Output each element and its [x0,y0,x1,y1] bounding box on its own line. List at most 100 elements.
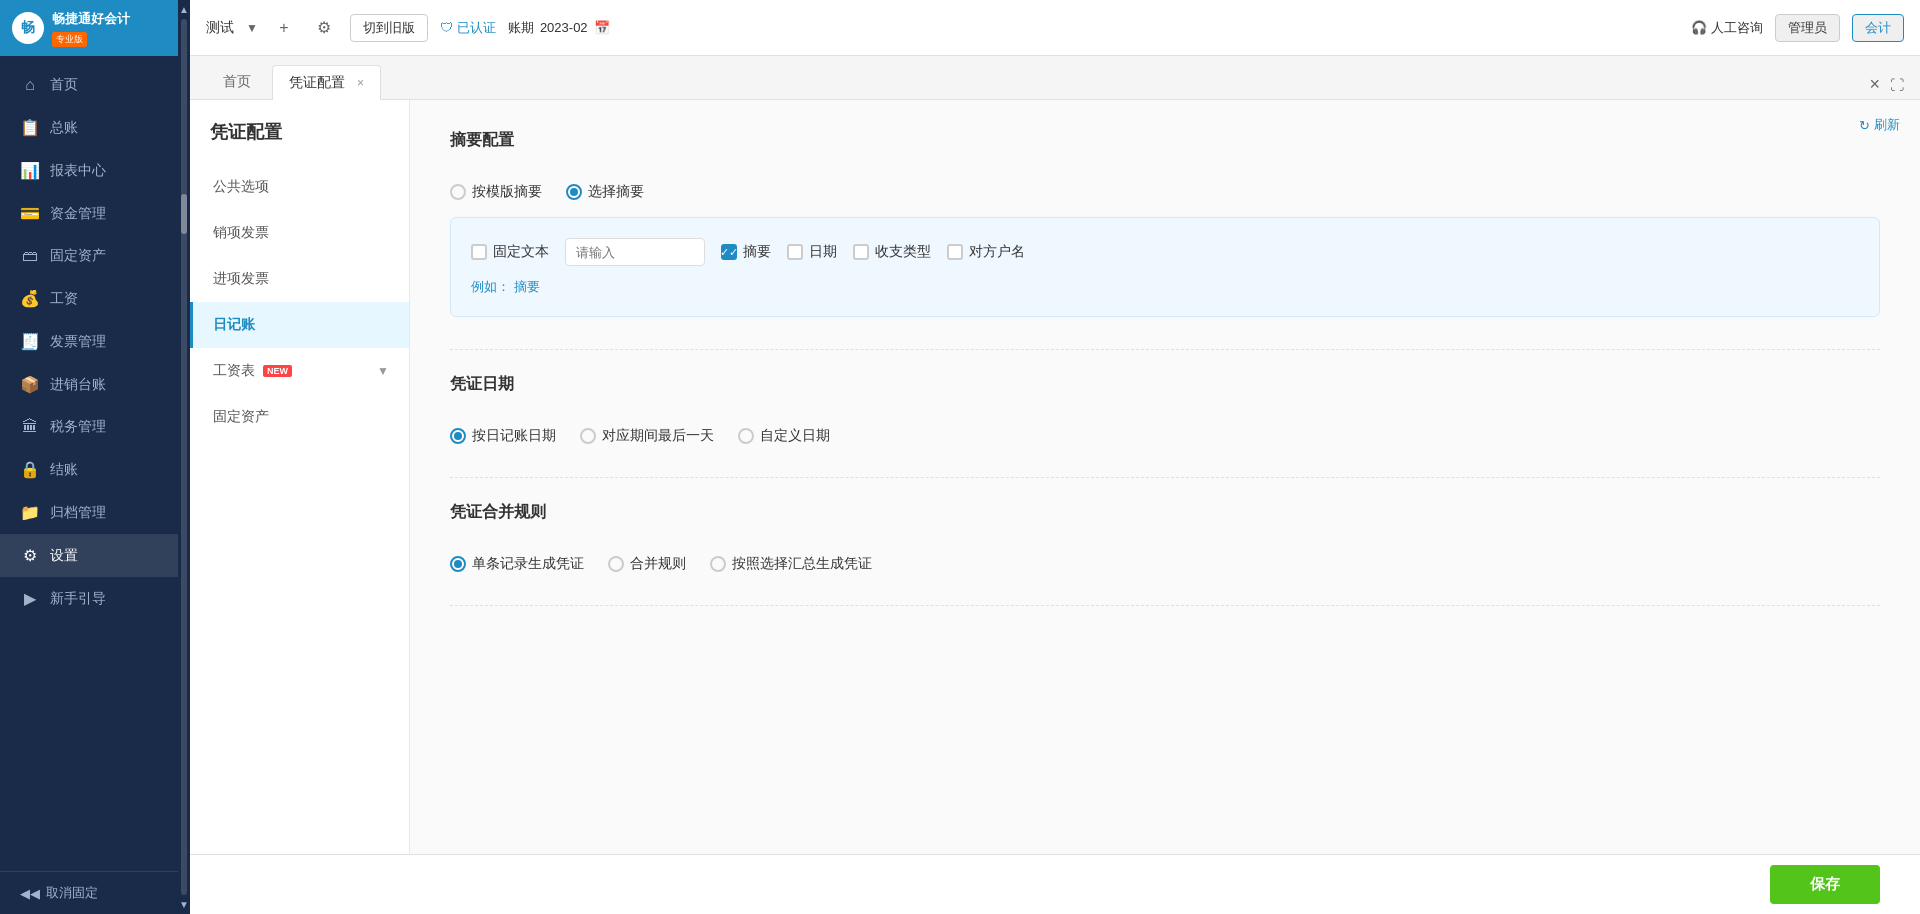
config-nav-fixed-assets[interactable]: 固定资产 [190,394,409,440]
tab-voucher-config[interactable]: 凭证配置 × [272,65,381,100]
topbar: 测试 ▼ + ⚙ 切到旧版 🛡 已认证 账期 2023-02 📅 🎧 人工 [190,0,1920,56]
tab-close-icon[interactable]: × [357,76,364,90]
summary-radio-template[interactable]: 按模版摘要 [450,183,542,201]
tab-close-window-icon[interactable]: × [1869,74,1880,95]
radio-merge-rule-btn [608,556,624,572]
checkbox-summary[interactable]: ✓ 摘要 [721,243,771,261]
radio-single-btn [450,556,466,572]
sidebar-item-guide[interactable]: ▶ 新手引导 [0,577,178,620]
sidebar-scrollbar: ▲ ▼ [178,0,190,914]
tab-expand-icon[interactable]: ⛶ [1890,77,1904,93]
sidebar: 畅 畅捷通好会计 专业版 ⌂ 首页 📋 总账 📊 报表中心 💳 资金管理 [0,0,178,914]
save-btn[interactable]: 保存 [1770,865,1880,904]
config-nav: 凭证配置 公共选项 销项发票 进项发票 日记账 工资表 N [190,100,410,854]
invoice-icon: 🧾 [20,332,40,351]
sidebar-item-label-guide: 新手引导 [50,590,106,608]
checkbox-payment-type-btn [853,244,869,260]
ledger-icon: 📋 [20,118,40,137]
cancel-fixed-btn[interactable]: ◀◀ 取消固定 [20,884,158,902]
main-area: 测试 ▼ + ⚙ 切到旧版 🛡 已认证 账期 2023-02 📅 🎧 人工 [190,0,1920,914]
tab-home[interactable]: 首页 [206,64,268,99]
example-text: 例如： 摘要 [471,278,1859,296]
sidebar-item-capital[interactable]: 💳 资金管理 [0,192,178,235]
page-title: 凭证配置 [190,120,409,164]
radio-single-label: 单条记录生成凭证 [472,555,584,573]
merge-section-title: 凭证合并规则 [450,502,1880,535]
config-nav-journal[interactable]: 日记账 [190,302,409,348]
checkbox-summary-btn: ✓ [721,244,737,260]
summary-config-box: 固定文本 ✓ 摘要 日期 [450,217,1880,317]
divider-1 [450,349,1880,350]
manager-btn[interactable]: 管理员 [1775,14,1840,42]
checkbox-date-btn [787,244,803,260]
sidebar-item-home[interactable]: ⌂ 首页 [0,64,178,106]
sidebar-item-close[interactable]: 🔒 结账 [0,448,178,491]
config-nav-salary-table[interactable]: 工资表 NEW ▼ [190,348,409,394]
sidebar-item-ledger[interactable]: 📋 总账 [0,106,178,149]
radio-select-summary-btn [710,556,726,572]
radio-journal-date-label: 按日记账日期 [472,427,556,445]
cancel-fixed-label: 取消固定 [46,884,98,902]
sidebar-item-salary[interactable]: 💰 工资 [0,277,178,320]
logo-badge: 专业版 [52,32,87,47]
scroll-down-arrow-icon[interactable]: ▼ [179,899,189,910]
date-radio-journal[interactable]: 按日记账日期 [450,427,556,445]
date-section: 凭证日期 按日记账日期 对应期间最后一天 [450,374,1880,445]
sidebar-item-label-invoice: 发票管理 [50,333,106,351]
add-btn[interactable]: + [270,14,298,42]
checkbox-counterpart-btn [947,244,963,260]
sidebar-item-report[interactable]: 📊 报表中心 [0,149,178,192]
config-nav-public[interactable]: 公共选项 [190,164,409,210]
summary-radio-select[interactable]: 选择摘要 [566,183,644,201]
config-nav-sales-label: 销项发票 [213,224,269,240]
sidebar-item-tax[interactable]: 🏛 税务管理 [0,406,178,448]
topbar-settings-btn[interactable]: ⚙ [310,14,338,42]
sidebar-item-settings[interactable]: ⚙ 设置 [0,534,178,577]
date-radio-custom[interactable]: 自定义日期 [738,427,830,445]
content-area: 凭证配置 公共选项 销项发票 进项发票 日记账 工资表 N [190,100,1920,854]
sidebar-logo: 畅 畅捷通好会计 专业版 [0,0,178,56]
config-content: ↻ 刷新 摘要配置 按模版摘要 选择 [410,100,1920,854]
checkbox-date[interactable]: 日期 [787,243,837,261]
cancel-fixed-arrow-icon: ◀◀ [20,886,40,901]
merge-radio-single[interactable]: 单条记录生成凭证 [450,555,584,573]
sidebar-item-label-home: 首页 [50,76,78,94]
capital-icon: 💳 [20,204,40,223]
consult-btn[interactable]: 🎧 人工咨询 [1691,19,1763,37]
workspace-dropdown-icon[interactable]: ▼ [246,21,258,35]
sidebar-item-assets[interactable]: 🗃 固定资产 [0,235,178,277]
switch-old-btn[interactable]: 切到旧版 [350,14,428,42]
sidebar-item-label-archive: 归档管理 [50,504,106,522]
accountant-btn[interactable]: 会计 [1852,14,1904,42]
period-info: 账期 2023-02 📅 [508,19,610,37]
radio-select-summary-label: 按照选择汇总生成凭证 [732,555,872,573]
salary-icon: 💰 [20,289,40,308]
radio-custom-date-btn [738,428,754,444]
date-radio-period-last[interactable]: 对应期间最后一天 [580,427,714,445]
config-nav-sales-invoice[interactable]: 销项发票 [190,210,409,256]
sidebar-item-purchase[interactable]: 📦 进销台账 [0,363,178,406]
date-section-title: 凭证日期 [450,374,1880,407]
divider-2 [450,477,1880,478]
calendar-icon[interactable]: 📅 [594,20,610,35]
scroll-up-arrow-icon[interactable]: ▲ [179,4,189,15]
sidebar-item-label-report: 报表中心 [50,162,106,180]
sidebar-item-archive[interactable]: 📁 归档管理 [0,491,178,534]
config-nav-purchase-invoice[interactable]: 进项发票 [190,256,409,302]
fixed-text-input[interactable] [565,238,705,266]
archive-icon: 📁 [20,503,40,522]
sidebar-item-invoice[interactable]: 🧾 发票管理 [0,320,178,363]
example-value: 摘要 [514,279,540,294]
refresh-btn[interactable]: ↻ 刷新 [1859,116,1900,134]
checkbox-fixed-text-label: 固定文本 [493,243,549,261]
merge-radio-merge-rule[interactable]: 合并规则 [608,555,686,573]
summary-config-row: 固定文本 ✓ 摘要 日期 [471,238,1859,266]
home-icon: ⌂ [20,76,40,94]
merge-radio-select-summary[interactable]: 按照选择汇总生成凭证 [710,555,872,573]
checkbox-payment-type-label: 收支类型 [875,243,931,261]
checkbox-payment-type[interactable]: 收支类型 [853,243,931,261]
checkbox-counterpart[interactable]: 对方户名 [947,243,1025,261]
logo-name: 畅捷通好会计 [52,10,130,28]
checkbox-fixed-text[interactable]: 固定文本 [471,243,549,261]
config-nav-fixed-label: 固定资产 [213,408,269,424]
